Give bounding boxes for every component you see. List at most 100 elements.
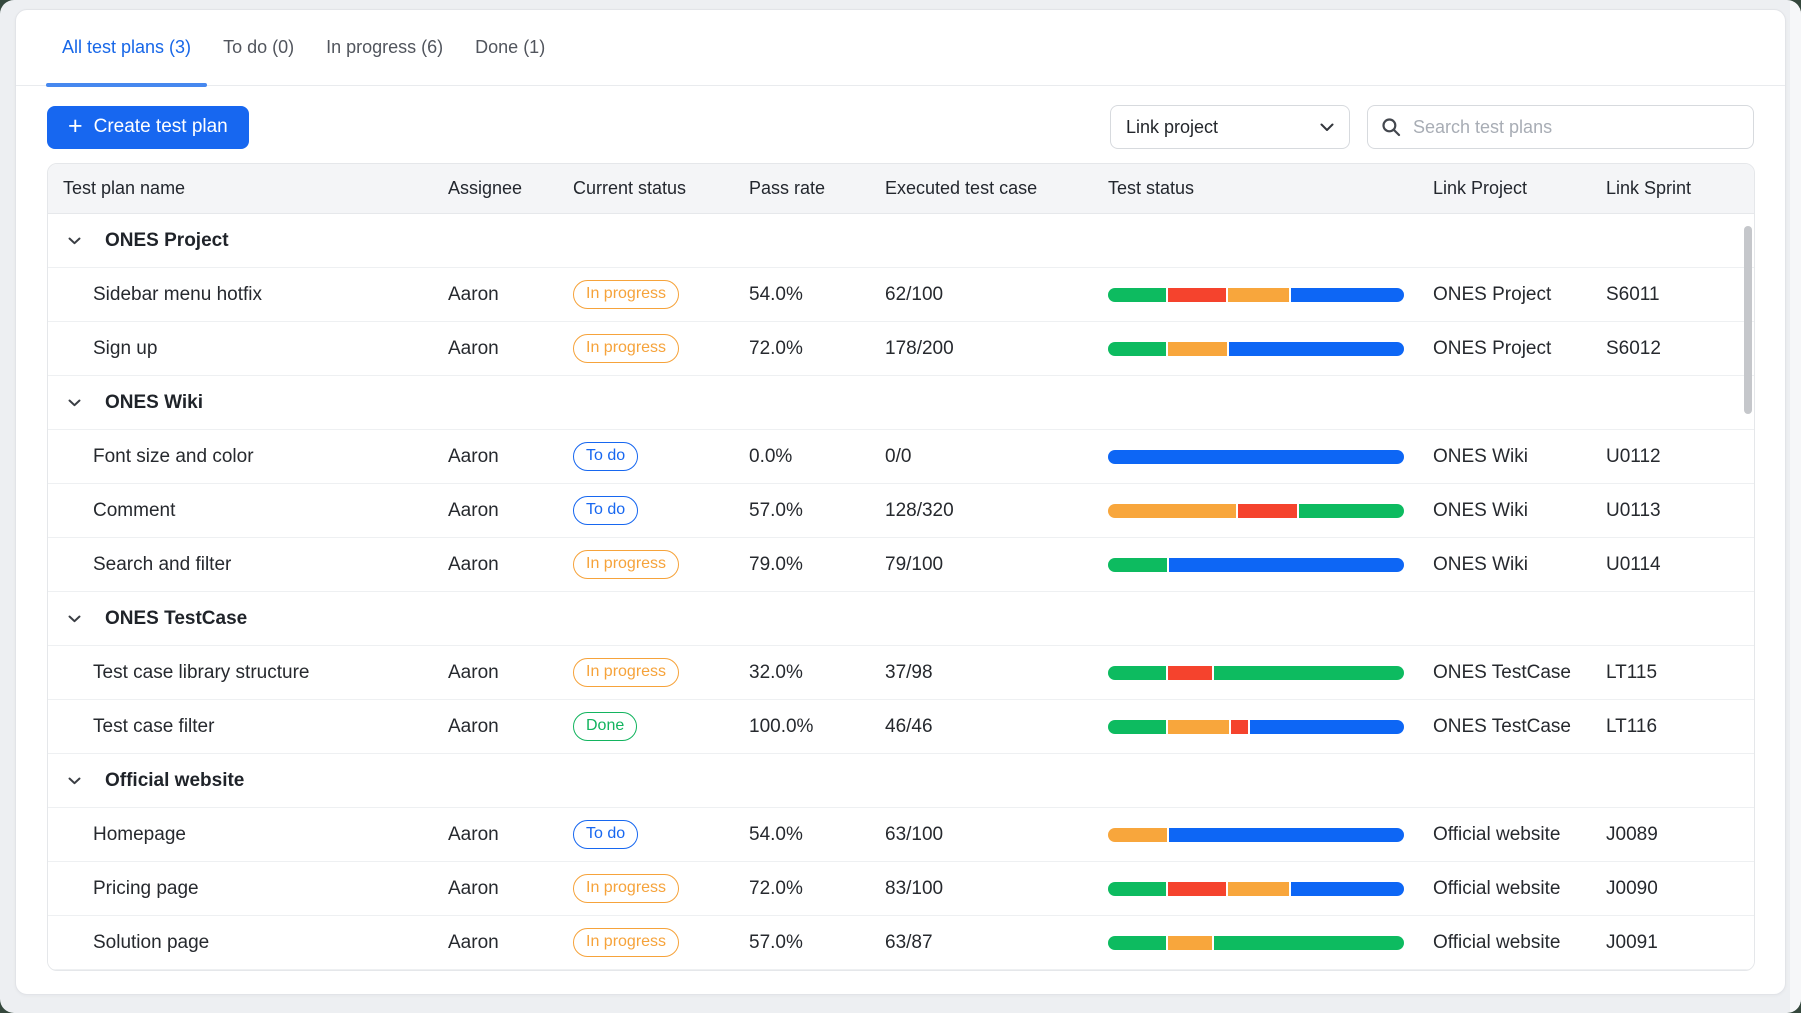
bar-segment-red [1168,287,1226,302]
test-plan-name[interactable]: Test case filter [48,716,433,738]
group-row-ones-testcase[interactable]: ONES TestCase [48,592,1754,646]
test-plan-name[interactable]: Test case library structure [48,662,433,684]
status-badge: In progress [573,874,680,903]
pass-rate: 79.0% [749,553,803,575]
test-status-bar [1108,449,1404,464]
test-plan-name[interactable]: Sign up [48,338,433,360]
executed-test-case: 62/100 [885,283,944,305]
group-name: ONES Project [105,229,229,251]
status-badge: In progress [573,550,680,579]
test-plan-name[interactable]: Comment [48,500,433,522]
chevron-down-icon[interactable] [68,399,81,407]
page-background: All test plans (3) To do (0) In progress (… [0,0,1801,1013]
test-status-bar [1108,935,1404,950]
pass-rate: 72.0% [749,877,803,899]
test-status-cell [1093,719,1418,734]
group-row-official-website[interactable]: Official website [48,754,1754,808]
link-project-dropdown[interactable]: Link project [1110,105,1350,149]
bar-segment-blue [1168,827,1404,842]
status-badge: To do [573,496,639,525]
executed-test-case: 63/87 [885,931,933,953]
test-status-cell [1093,557,1418,572]
test-status-bar [1108,827,1404,842]
current-status-cell: In progress [558,280,734,309]
assignee: Aaron [448,823,499,845]
bar-segment-orange [1168,341,1227,356]
link-project: ONES TestCase [1433,715,1571,737]
test-plans-table: Test plan name Assignee Current status Pass… [47,163,1755,971]
bar-segment-green [1214,665,1404,680]
table-header-row: Test plan name Assignee Current status Pass… [48,164,1754,214]
bar-segment-green [1298,503,1404,518]
table-row-search-and-filter[interactable]: Search and filter Aaron In progress 79.0% 79… [48,538,1754,592]
bar-segment-green [1108,719,1166,734]
tab-all-test-plans-3[interactable]: All test plans (3) [46,10,208,87]
test-plan-name[interactable]: Font size and color [48,446,433,468]
assignee: Aaron [448,445,499,467]
assignee: Aaron [448,283,499,305]
table-row-pricing-page[interactable]: Pricing page Aaron In progress 72.0% 83/100 O… [48,862,1754,916]
executed-test-case: 37/98 [885,661,933,683]
search-input[interactable] [1411,115,1740,139]
test-plan-name[interactable]: Pricing page [48,878,433,900]
executed-test-case: 79/100 [885,553,944,575]
test-plan-name[interactable]: Sidebar menu hotfix [48,284,433,306]
link-sprint: S6012 [1606,337,1661,359]
tab-done-1[interactable]: Done (1) [459,10,561,85]
tab-to-do-0[interactable]: To do (0) [207,10,310,85]
assignee: Aaron [448,877,499,899]
column-header-link-project: Link Project [1433,178,1528,198]
link-project: ONES Wiki [1433,553,1528,575]
current-status-cell: To do [558,820,734,849]
plus-icon: + [68,111,83,140]
table-row-font-size-and-color[interactable]: Font size and color Aaron To do 0.0% 0/0 ONES… [48,430,1754,484]
chevron-down-icon[interactable] [68,615,81,623]
current-status-cell: In progress [558,550,734,579]
test-status-cell [1093,449,1418,464]
table-row-test-case-library-structure[interactable]: Test case library structure Aaron In progr… [48,646,1754,700]
create-test-plan-button[interactable]: + Create test plan [47,105,249,149]
link-sprint: U0112 [1606,445,1661,467]
test-status-cell [1093,827,1418,842]
table-row-comment[interactable]: Comment Aaron To do 57.0% 128/320 ONES Wiki U0… [48,484,1754,538]
link-sprint: LT115 [1606,661,1658,683]
chevron-down-icon[interactable] [68,237,81,245]
test-plan-name[interactable]: Homepage [48,824,433,846]
group-row-ones-project[interactable]: ONES Project [48,214,1754,268]
link-project-value: Link project [1126,116,1219,137]
bar-segment-orange [1228,287,1289,302]
table-row-solution-page[interactable]: Solution page Aaron In progress 57.0% 63/87 O… [48,916,1754,970]
pass-rate: 0.0% [749,445,793,467]
column-header-test-status: Test status [1108,178,1195,198]
tab-in-progress-6[interactable]: In progress (6) [310,10,459,85]
table-row-test-case-filter[interactable]: Test case filter Aaron Done 100.0% 46/46 ONES… [48,700,1754,754]
assignee: Aaron [448,337,499,359]
executed-test-case: 178/200 [885,337,954,359]
chevron-down-icon[interactable] [68,777,81,785]
column-header-executed-test-case: Executed test case [885,178,1038,198]
executed-test-case: 0/0 [885,445,912,467]
window-scrollbar-track[interactable] [1790,0,1801,1013]
pass-rate: 72.0% [749,337,803,359]
table-body: ONES Project Sidebar menu hotfix Aaron In p… [48,214,1754,970]
table-row-homepage[interactable]: Homepage Aaron To do 54.0% 63/100 Official we… [48,808,1754,862]
bar-segment-orange [1168,935,1213,950]
search-icon [1381,117,1401,137]
test-plan-name[interactable]: Solution page [48,932,433,954]
pass-rate: 100.0% [749,715,814,737]
bar-segment-green [1108,881,1166,896]
bar-segment-green [1108,287,1166,302]
group-row-ones-wiki[interactable]: ONES Wiki [48,376,1754,430]
test-plan-name[interactable]: Search and filter [48,554,433,576]
assignee: Aaron [448,499,499,521]
bar-segment-red [1168,665,1213,680]
table-row-sidebar-menu-hotfix[interactable]: Sidebar menu hotfix Aaron In progress 54.0%… [48,268,1754,322]
toolbar: + Create test plan Link project [16,86,1785,149]
table-row-sign-up[interactable]: Sign up Aaron In progress 72.0% 178/200 ONES … [48,322,1754,376]
executed-test-case: 128/320 [885,499,954,521]
bar-segment-orange [1228,881,1289,896]
link-project: ONES Project [1433,337,1552,359]
bar-segment-green [1108,557,1167,572]
test-status-cell [1093,935,1418,950]
table-vertical-scrollbar[interactable] [1744,226,1752,414]
